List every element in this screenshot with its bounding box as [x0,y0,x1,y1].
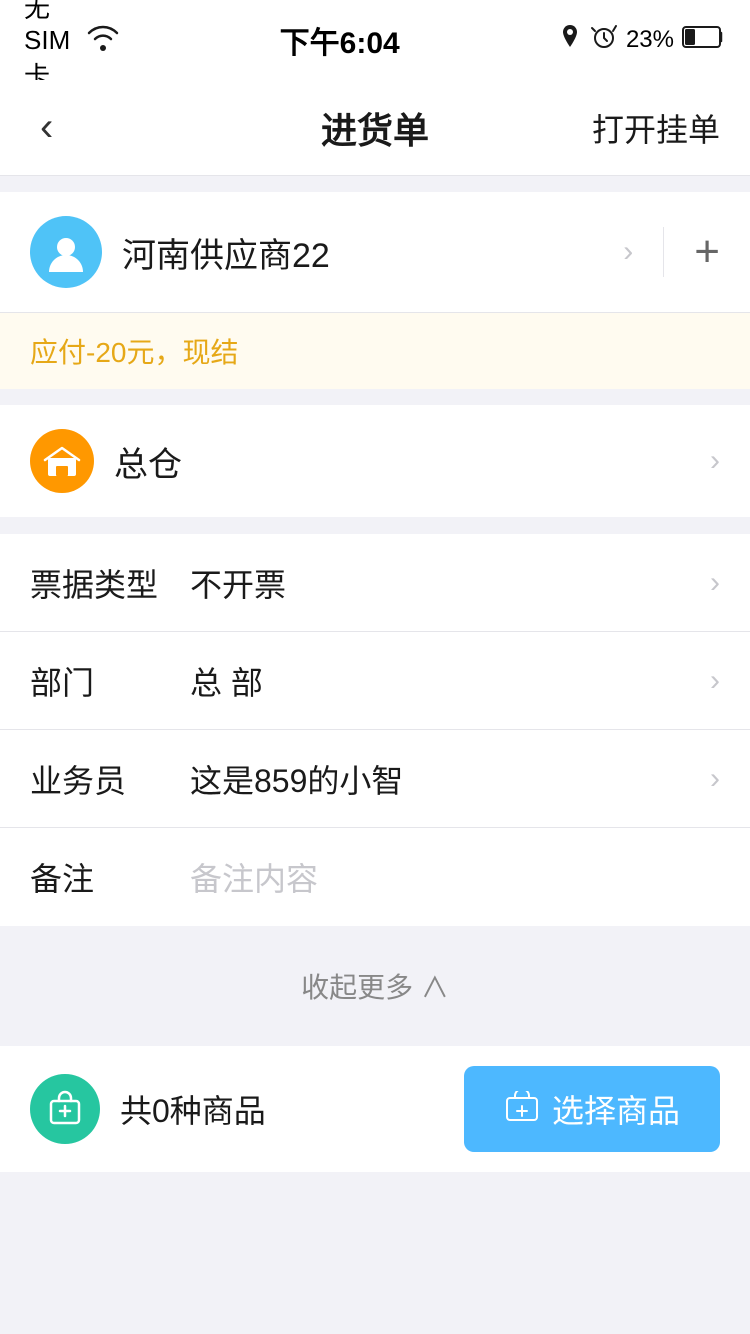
status-left: 无 SIM 卡 [24,0,121,93]
remark-row[interactable]: 备注 备注内容 [0,828,750,926]
product-bar: 共0种商品 选择商品 [0,1046,750,1172]
notice-text: 应付-20元，现结 [30,337,238,368]
department-row[interactable]: 部门 总 部 › [0,632,750,730]
open-pending-button[interactable]: 打开挂单 [592,105,720,151]
salesperson-chevron-icon: › [710,762,720,796]
carrier-label: 无 SIM 卡 [24,0,77,93]
back-button[interactable]: ‹ [30,95,63,160]
warehouse-section: 总仓 › [0,405,750,518]
warehouse-row[interactable]: 总仓 › [0,405,750,518]
wifi-icon [85,23,121,58]
invoice-type-value: 不开票 [170,560,710,606]
department-label: 部门 [30,658,170,704]
product-icon [30,1074,100,1144]
collapse-label: 收起更多 ∧ [301,966,449,1006]
form-section: 票据类型 不开票 › 部门 总 部 › 业务员 这是859的小智 › 备注 备注… [0,534,750,926]
supplier-name: 河南供应商22 [122,228,623,277]
battery-icon [682,24,726,57]
department-value: 总 部 [170,658,710,704]
supplier-row[interactable]: 河南供应商22 › + [0,192,750,313]
department-chevron-icon: › [710,664,720,698]
location-icon [558,23,582,58]
salesperson-label: 业务员 [30,756,170,802]
warehouse-icon [30,429,94,493]
invoice-type-row[interactable]: 票据类型 不开票 › [0,534,750,632]
remark-label: 备注 [30,854,170,900]
status-time: 下午6:04 [280,18,400,62]
warehouse-chevron-icon: › [710,444,720,478]
remark-value: 备注内容 [170,854,720,900]
separator-2 [0,389,750,405]
supplier-divider [663,227,664,277]
supplier-section: 河南供应商22 › + 应付-20元，现结 [0,192,750,389]
notice-banner: 应付-20元，现结 [0,313,750,389]
add-supplier-button[interactable]: + [694,227,720,277]
salesperson-value: 这是859的小智 [170,756,710,802]
select-product-label: 选择商品 [552,1086,680,1132]
invoice-type-label: 票据类型 [30,560,170,606]
status-right: 23% [558,23,726,58]
separator-1 [0,176,750,192]
collapse-row[interactable]: 收起更多 ∧ [0,942,750,1030]
salesperson-row[interactable]: 业务员 这是859的小智 › [0,730,750,828]
nav-bar: ‹ 进货单 打开挂单 [0,80,750,176]
supplier-chevron-icon: › [623,235,633,269]
invoice-type-chevron-icon: › [710,566,720,600]
product-count: 共0种商品 [120,1086,444,1132]
nav-title: 进货单 [321,102,429,154]
battery-percent: 23% [626,26,674,54]
status-bar: 无 SIM 卡 下午6:04 23% [0,0,750,80]
alarm-icon [590,23,618,58]
supplier-avatar [30,216,102,288]
warehouse-name: 总仓 [114,437,710,486]
select-product-button[interactable]: 选择商品 [464,1066,720,1152]
